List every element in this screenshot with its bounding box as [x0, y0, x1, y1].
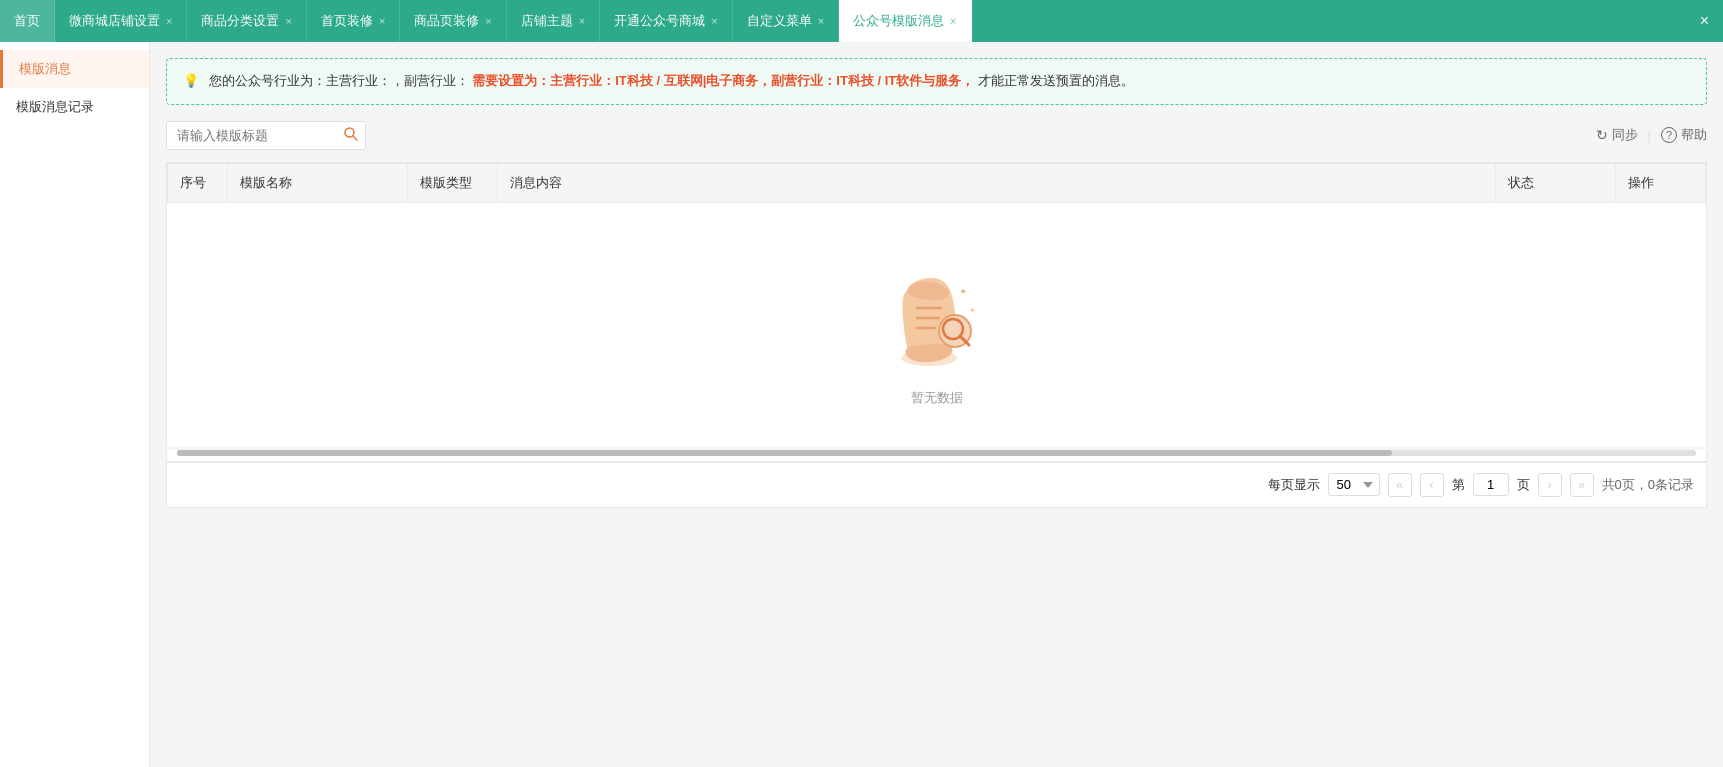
nav-tab-template-msg[interactable]: 公众号模版消息 ×: [839, 0, 971, 42]
nav-tab-home-label: 首页: [14, 12, 40, 30]
nav-tab-home-decor[interactable]: 首页装修 ×: [307, 0, 400, 42]
page-prefix: 第: [1452, 476, 1465, 494]
col-header-content: 消息内容: [498, 163, 1496, 202]
next-page-button[interactable]: ›: [1538, 473, 1562, 497]
nav-tab-category-settings-label: 商品分类设置: [201, 12, 279, 30]
help-label: 帮助: [1681, 126, 1707, 144]
close-all-icon: ×: [1700, 12, 1709, 30]
sidebar-item-template-msg-log[interactable]: 模版消息记录: [0, 88, 149, 126]
nav-tab-shop-theme-close[interactable]: ×: [579, 15, 585, 27]
page-size-label: 每页显示: [1268, 476, 1320, 494]
nav-tab-product-decor[interactable]: 商品页装修 ×: [400, 0, 506, 42]
nav-tab-shop-settings-close[interactable]: ×: [166, 15, 172, 27]
search-button[interactable]: [344, 127, 358, 144]
col-header-action: 操作: [1616, 163, 1706, 202]
toolbar-actions: ↻ 同步 | ? 帮助: [1596, 126, 1707, 144]
search-bar: ↻ 同步 | ? 帮助: [166, 121, 1707, 150]
nav-tab-open-mall-close[interactable]: ×: [711, 15, 717, 27]
content-area: 💡 您的公众号行业为：主营行业：，副营行业： 需要设置为：主营行业：IT科技 /…: [150, 42, 1723, 767]
sidebar-item-template-msg[interactable]: 模版消息: [0, 50, 149, 88]
scrollbar-thumb[interactable]: [177, 450, 1392, 456]
nav-tab-custom-menu-label: 自定义菜单: [747, 12, 812, 30]
data-table: 序号 模版名称 模版类型 消息内容 状态: [167, 163, 1706, 447]
first-page-button[interactable]: «: [1388, 473, 1412, 497]
nav-tab-shop-theme-label: 店铺主题: [521, 12, 573, 30]
col-header-type: 模版类型: [408, 163, 498, 202]
industry-alert: 💡 您的公众号行业为：主营行业：，副营行业： 需要设置为：主营行业：IT科技 /…: [166, 58, 1707, 105]
page-suffix: 页: [1517, 476, 1530, 494]
prev-page-button[interactable]: ‹: [1420, 473, 1444, 497]
sidebar-item-template-msg-log-label: 模版消息记录: [16, 99, 94, 114]
empty-state: ✦ ✦ 暂无数据: [168, 203, 1706, 447]
nav-tab-template-msg-label: 公众号模版消息: [853, 12, 944, 30]
empty-text: 暂无数据: [911, 389, 963, 407]
current-page-input[interactable]: [1473, 473, 1509, 496]
search-input-wrap: [166, 121, 366, 150]
sync-icon: ↻: [1596, 127, 1608, 143]
sync-label: 同步: [1612, 126, 1638, 144]
empty-state-cell: ✦ ✦ 暂无数据: [168, 202, 1706, 447]
data-table-wrapper: 序号 模版名称 模版类型 消息内容 状态: [166, 162, 1707, 447]
nav-tab-product-decor-label: 商品页装修: [414, 12, 479, 30]
first-page-icon: «: [1396, 478, 1403, 492]
alert-icon: 💡: [183, 73, 199, 88]
nav-tab-open-mall-label: 开通公众号商城: [614, 12, 705, 30]
toolbar-divider: |: [1648, 128, 1651, 143]
prev-page-icon: ‹: [1430, 478, 1434, 492]
alert-prefix: 您的公众号行业为：主营行业：，副营行业：: [209, 73, 469, 88]
nav-tab-home[interactable]: 首页: [0, 0, 55, 42]
help-icon: ?: [1661, 127, 1677, 143]
page-size-select[interactable]: 10 20 50 100: [1328, 473, 1380, 496]
sync-button[interactable]: ↻ 同步: [1596, 126, 1638, 144]
nav-tab-shop-settings[interactable]: 微商城店铺设置 ×: [55, 0, 187, 42]
sidebar: 模版消息 模版消息记录: [0, 42, 150, 767]
nav-tab-shop-theme[interactable]: 店铺主题 ×: [507, 0, 600, 42]
nav-tab-category-settings[interactable]: 商品分类设置 ×: [187, 0, 306, 42]
last-page-icon: »: [1578, 478, 1585, 492]
svg-text:✦: ✦: [959, 286, 967, 297]
nav-tab-shop-settings-label: 微商城店铺设置: [69, 12, 160, 30]
nav-tab-custom-menu-close[interactable]: ×: [818, 15, 824, 27]
nav-tab-product-decor-close[interactable]: ×: [485, 15, 491, 27]
pagination: 每页显示 10 20 50 100 « ‹ 第 页 › » 共0页，0条记录: [166, 462, 1707, 508]
top-navigation: 首页 微商城店铺设置 × 商品分类设置 × 首页装修 × 商品页装修 × 店铺主…: [0, 0, 1723, 42]
table-empty-row: ✦ ✦ 暂无数据: [168, 202, 1706, 447]
nav-tab-category-settings-close[interactable]: ×: [285, 15, 291, 27]
last-page-button[interactable]: »: [1570, 473, 1594, 497]
scrollbar-track: [177, 450, 1696, 456]
close-all-tabs-button[interactable]: ×: [1686, 0, 1723, 42]
col-header-seq: 序号: [168, 163, 228, 202]
svg-line-1: [353, 136, 357, 140]
horizontal-scrollbar[interactable]: [166, 450, 1707, 462]
total-info: 共0页，0条记录: [1602, 476, 1694, 494]
next-page-icon: ›: [1548, 478, 1552, 492]
nav-tab-custom-menu[interactable]: 自定义菜单 ×: [733, 0, 839, 42]
nav-tab-home-decor-close[interactable]: ×: [379, 15, 385, 27]
nav-tab-template-msg-close[interactable]: ×: [950, 15, 956, 27]
sidebar-item-template-msg-label: 模版消息: [19, 61, 71, 76]
main-layout: 模版消息 模版消息记录 💡 您的公众号行业为：主营行业：，副营行业： 需要设置为…: [0, 42, 1723, 767]
alert-suffix: 才能正常发送预置的消息。: [978, 73, 1134, 88]
svg-text:✦: ✦: [969, 306, 976, 315]
table-header-row: 序号 模版名称 模版类型 消息内容 状态: [168, 163, 1706, 202]
empty-illustration: ✦ ✦: [887, 263, 987, 373]
alert-highlight: 需要设置为：主营行业：IT科技 / 互联网|电子商务，副营行业：IT科技 / I…: [472, 73, 974, 88]
help-button[interactable]: ? 帮助: [1661, 126, 1707, 144]
nav-tab-open-mall[interactable]: 开通公众号商城 ×: [600, 0, 732, 42]
col-header-status: 状态: [1496, 163, 1616, 202]
col-header-name: 模版名称: [228, 163, 408, 202]
nav-tab-home-decor-label: 首页装修: [321, 12, 373, 30]
search-input[interactable]: [166, 121, 366, 150]
